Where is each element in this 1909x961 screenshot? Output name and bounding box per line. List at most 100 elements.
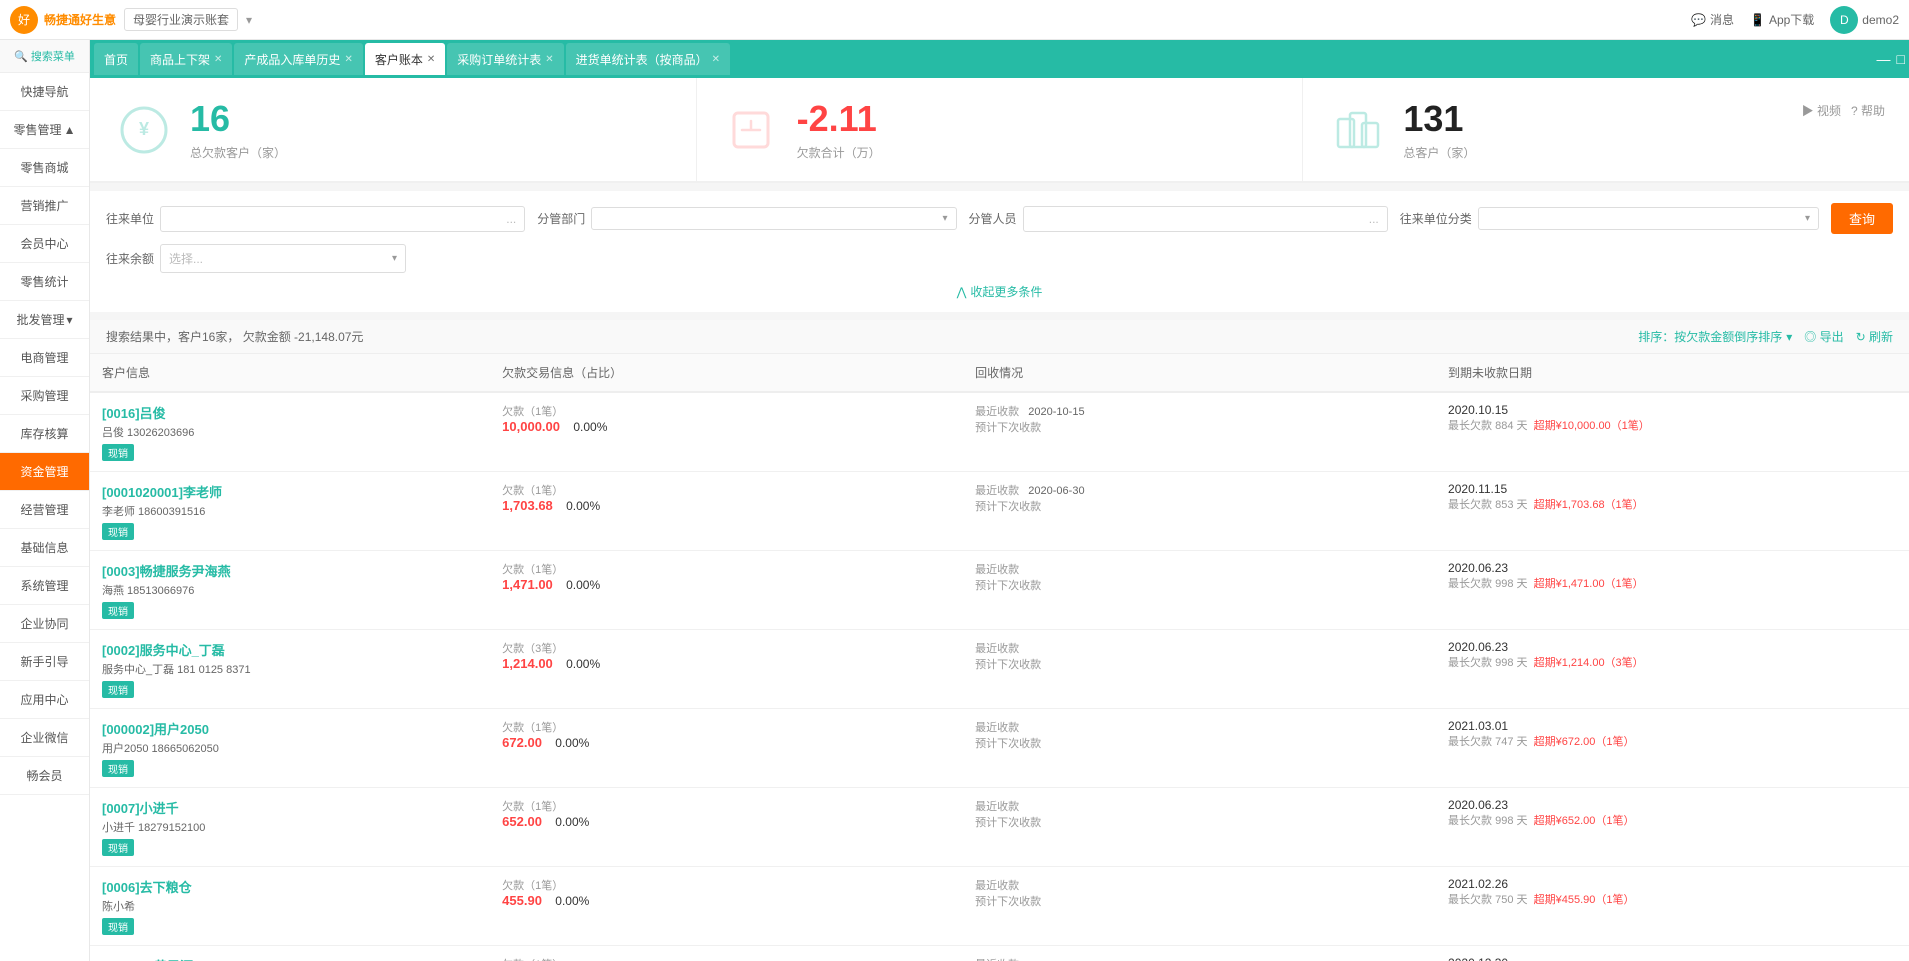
overdue-link-1[interactable]: 超期¥1,703.68（1笔） [1534, 499, 1644, 511]
tab-import-stats[interactable]: 进货单统计表（按商品） ✕ [566, 43, 730, 75]
sidebar-item-ecommerce[interactable]: 电商管理 [0, 339, 89, 377]
recovery-info-1: 最近收款 2020-06-30 [975, 482, 1424, 498]
overdue-link-4[interactable]: 超期¥672.00（1笔） [1534, 736, 1635, 748]
last-payment-label-2: 最近收款 [975, 564, 1025, 576]
customer-name-5[interactable]: [0007]小进千 [102, 801, 179, 816]
sidebar-item-retail-stats[interactable]: 零售统计 [0, 263, 89, 301]
minimize-btn[interactable]: — [1877, 51, 1891, 67]
tab-production-history-close[interactable]: ✕ [344, 54, 352, 65]
sidebar-item-app-center[interactable]: 应用中心 [0, 681, 89, 719]
refresh-btn[interactable]: ↻ 刷新 [1856, 328, 1893, 345]
debt-notes-6: 欠款（1笔） [502, 877, 951, 893]
tab-product-listing-close[interactable]: ✕ [214, 54, 222, 65]
debt-notes-2: 欠款（1笔） [502, 561, 951, 577]
unit-class-select[interactable]: ▾ [1478, 207, 1819, 230]
customer-name-0[interactable]: [0016]吕俊 [102, 406, 166, 421]
overdue-link-2[interactable]: 超期¥1,471.00（1笔） [1534, 578, 1644, 590]
balance-label: 往来余额 [106, 250, 154, 267]
app-download-btn[interactable]: 📱 App下载 [1750, 11, 1814, 28]
overdue-date-2: 2020.06.23 [1448, 561, 1897, 575]
tab-import-stats-label: 进货单统计表（按商品） [576, 51, 708, 68]
export-btn[interactable]: ◎ 导出 [1804, 328, 1843, 345]
sidebar-item-marketing[interactable]: 营销推广 [0, 187, 89, 225]
col-header-recovery: 回收情况 [963, 354, 1436, 392]
sidebar-item-operations[interactable]: 经营管理 [0, 491, 89, 529]
sidebar-item-quick-nav[interactable]: 快捷导航 [0, 73, 89, 111]
search-menu-btn[interactable]: 🔍 搜索菜单 [0, 40, 89, 73]
tab-purchase-stats-close[interactable]: ✕ [545, 54, 553, 65]
collapse-btn[interactable]: ⋀ 收起更多条件 [957, 283, 1043, 300]
customer-tag-5: 现销 [102, 839, 134, 856]
search-button[interactable]: 查询 [1831, 203, 1893, 234]
col-header-debt: 欠款交易信息（占比） [490, 354, 963, 392]
system-label: 系统管理 [20, 579, 68, 593]
balance-select[interactable]: 选择... ▾ [160, 244, 406, 273]
tab-customer-account-close[interactable]: ✕ [427, 54, 435, 65]
user-profile[interactable]: D demo2 [1830, 6, 1899, 34]
filter-from-unit: 往来单位 ... [106, 206, 525, 232]
company-name[interactable]: 母婴行业演示账套 [124, 8, 238, 31]
debt-cell-1: 欠款（1笔） 1,703.68 0.00% [490, 472, 963, 551]
customer-tag-3: 现销 [102, 681, 134, 698]
balance-placeholder: 选择... [169, 250, 203, 267]
customer-name-6[interactable]: [0006]去下粮仓 [102, 880, 192, 895]
debt-cell-3: 欠款（3笔） 1,214.00 0.00% [490, 630, 963, 709]
sidebar-item-enterprise-collab[interactable]: 企业协同 [0, 605, 89, 643]
sidebar-item-member[interactable]: 会员中心 [0, 225, 89, 263]
message-btn[interactable]: 💬 消息 [1691, 11, 1734, 28]
overdue-link-5[interactable]: 超期¥652.00（1笔） [1534, 815, 1635, 827]
debt-notes-0: 欠款（1笔） [502, 403, 951, 419]
debt-cell-6: 欠款（1笔） 455.90 0.00% [490, 867, 963, 946]
card1-content: 16 总欠款客户（家） [190, 98, 286, 161]
enterprise-collab-label: 企业协同 [20, 617, 68, 631]
overdue-link-3[interactable]: 超期¥1,214.00（3笔） [1534, 657, 1644, 669]
member-label: 会员中心 [20, 237, 68, 251]
overdue-link-0[interactable]: 超期¥10,000.00（1笔） [1534, 420, 1650, 432]
dept-select[interactable]: ▾ [591, 207, 956, 230]
tab-product-listing[interactable]: 商品上下架 ✕ [140, 43, 232, 75]
next-payment-info-3: 预计下次收款 [975, 656, 1424, 672]
sidebar-item-system[interactable]: 系统管理 [0, 567, 89, 605]
sidebar-item-purchase[interactable]: 采购管理 [0, 377, 89, 415]
sidebar-item-basic[interactable]: 基础信息 [0, 529, 89, 567]
sort-arrow[interactable]: ▾ [1786, 330, 1792, 344]
customer-name-2[interactable]: [0003]畅捷服务尹海燕 [102, 564, 231, 579]
sidebar-item-batch-mgmt[interactable]: 批发管理 ▾ [0, 301, 89, 339]
last-payment-label-6: 最近收款 [975, 880, 1025, 892]
sidebar-item-retail-mgmt[interactable]: 零售管理 ▲ [0, 111, 89, 149]
sidebar-item-retail-shop[interactable]: 零售商城 [0, 149, 89, 187]
customer-cell-5: [0007]小进千 小进千 18279152100 现销 [90, 788, 490, 867]
debt-amount-6: 455.90 [502, 893, 542, 908]
card3-icon [1327, 100, 1387, 160]
tab-import-stats-close[interactable]: ✕ [712, 54, 720, 65]
results-header: 搜索结果中，客户16家， 欠款金额 -21,148.07元 排序：按欠款金额倒序… [90, 320, 1909, 354]
sidebar-item-new-guide[interactable]: 新手引导 [0, 643, 89, 681]
tab-customer-account[interactable]: 客户账本 ✕ [365, 43, 445, 75]
customer-cell-4: [000002]用户2050 用户2050 18665062050 现销 [90, 709, 490, 788]
sidebar-item-vip[interactable]: 畅会员 [0, 757, 89, 795]
manager-input[interactable]: ... [1023, 206, 1388, 232]
debt-cell-5: 欠款（1笔） 652.00 0.00% [490, 788, 963, 867]
customer-name-3[interactable]: [0002]服务中心_丁磊 [102, 643, 225, 658]
tab-home[interactable]: 首页 [94, 43, 138, 75]
customer-name-1[interactable]: [0001020001]李老师 [102, 485, 222, 500]
sidebar-item-enterprise-wechat[interactable]: 企业微信 [0, 719, 89, 757]
customer-name-4[interactable]: [000002]用户2050 [102, 722, 209, 737]
maximize-btn[interactable]: □ [1897, 51, 1905, 67]
from-unit-input[interactable]: ... [160, 206, 525, 232]
next-payment-label-5: 预计下次收款 [975, 817, 1041, 829]
retail-mgmt-label: 零售管理 [14, 121, 62, 138]
sidebar-item-inventory[interactable]: 库存核算 [0, 415, 89, 453]
company-dropdown-icon[interactable]: ▾ [246, 13, 252, 27]
filter-balance: 往来余额 选择... ▾ [106, 244, 406, 273]
overdue-link-6[interactable]: 超期¥455.90（1笔） [1534, 894, 1635, 906]
tab-purchase-stats[interactable]: 采购订单统计表 ✕ [447, 43, 563, 75]
video-btn[interactable]: ▶ 视频 [1802, 102, 1841, 119]
card2-content: -2.11 欠款合计（万） [797, 98, 881, 161]
recovery-info-3: 最近收款 [975, 640, 1424, 656]
recovery-info-7: 最近收款 [975, 956, 1424, 961]
tab-production-history[interactable]: 产成品入库单历史 ✕ [234, 43, 362, 75]
customer-phone-5: 小进千 18279152100 [102, 819, 478, 835]
sidebar-item-finance[interactable]: 资金管理 [0, 453, 89, 491]
help-btn[interactable]: ? 帮助 [1851, 102, 1885, 119]
